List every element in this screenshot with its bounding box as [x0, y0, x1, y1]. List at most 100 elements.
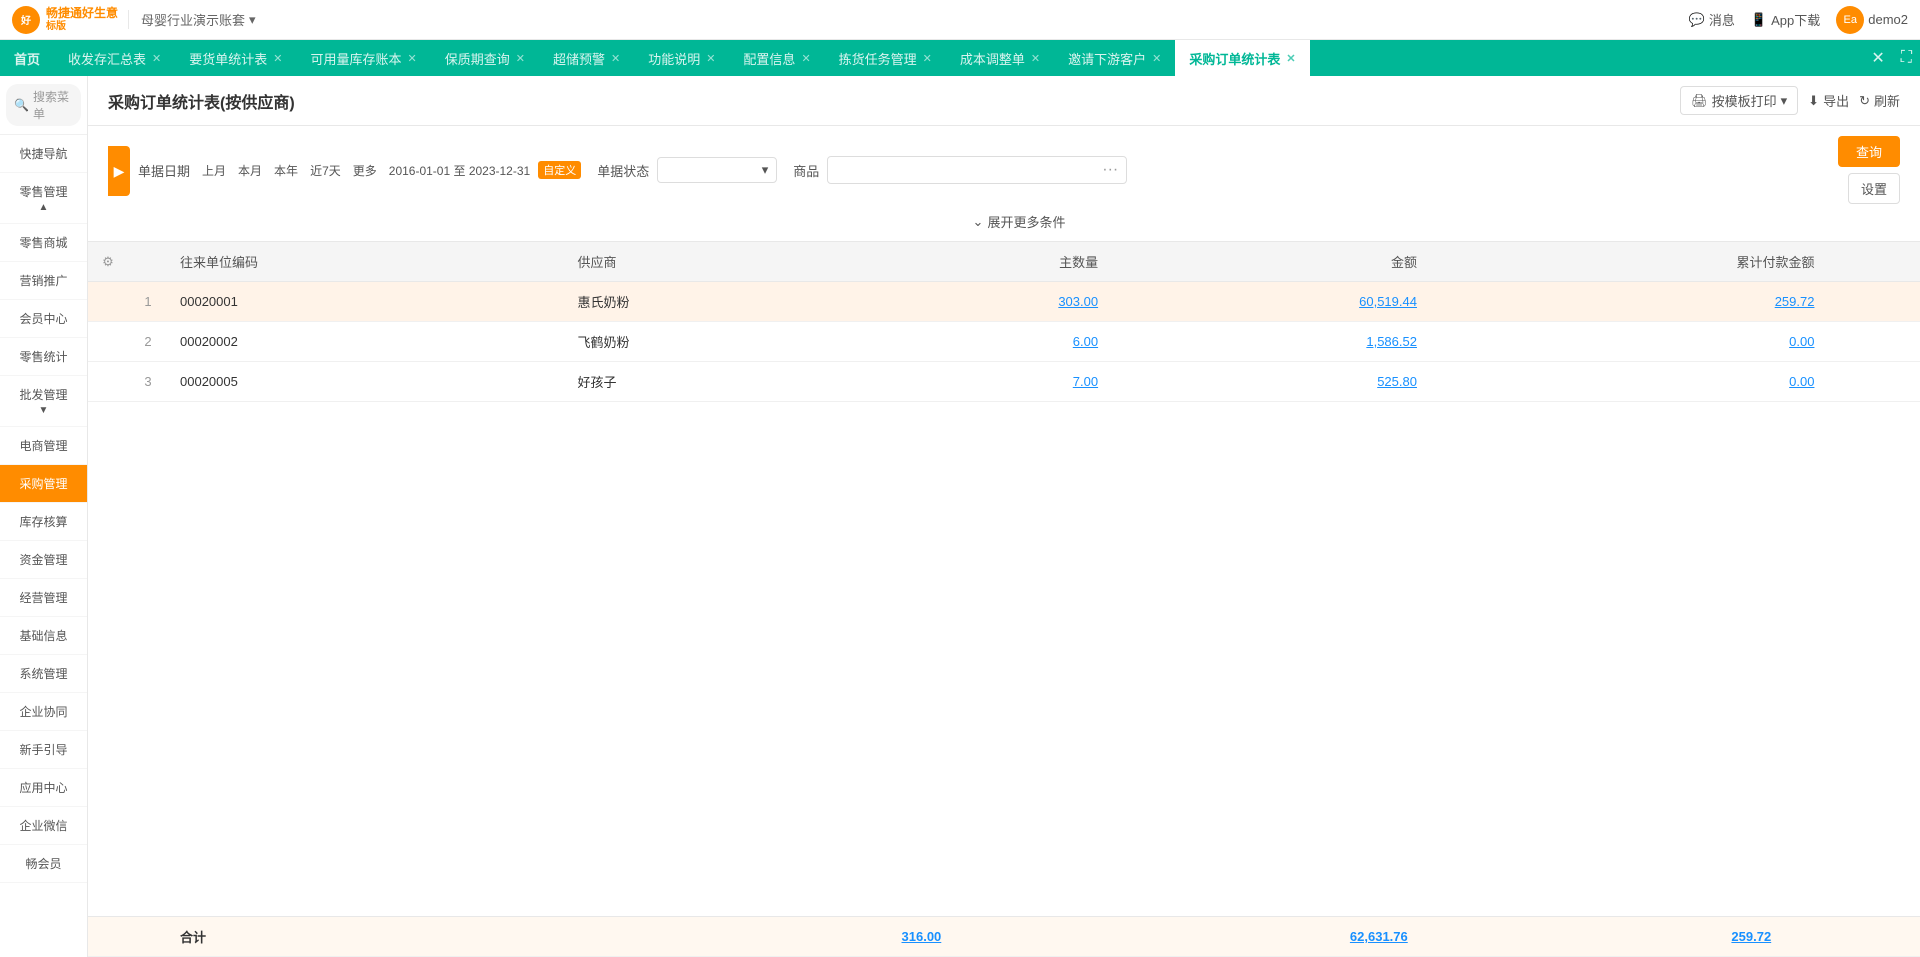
search-icon: 🔍	[14, 98, 29, 112]
company-selector[interactable]: 母婴行业演示账套 ▾	[128, 10, 256, 29]
goods-label: 商品	[793, 161, 819, 180]
sidebar-item-ecommerce[interactable]: 电商管理	[0, 427, 87, 465]
close-icon[interactable]: ✕	[273, 52, 282, 65]
sidebar-item-quick-nav[interactable]: 快捷导航	[0, 135, 87, 173]
footer-amount: 62,631.76	[953, 917, 1419, 957]
close-icon[interactable]: ✕	[516, 52, 525, 65]
col-settings: ⚙	[88, 242, 128, 282]
cell-qty[interactable]: 303.00	[862, 282, 1110, 322]
cell-amount[interactable]: 60,519.44	[1110, 282, 1429, 322]
cell-amount[interactable]: 525.80	[1110, 362, 1429, 402]
close-icon[interactable]: ✕	[801, 52, 810, 65]
sidebar-item-member[interactable]: 会员中心	[0, 300, 87, 338]
message-button[interactable]: 💬 消息	[1689, 10, 1735, 29]
print-button[interactable]: 🖨 按模板打印 ▾	[1680, 86, 1798, 115]
close-icon[interactable]: ✕	[152, 52, 161, 65]
shortcut-this-month[interactable]: 本月	[234, 160, 266, 181]
tab-function-desc[interactable]: 功能说明 ✕	[634, 40, 729, 76]
shortcut-last-month[interactable]: 上月	[198, 160, 230, 181]
goods-input[interactable]: ···	[827, 156, 1127, 184]
sidebar-item-newbie[interactable]: 新手引导	[0, 731, 87, 769]
sidebar-item-system[interactable]: 系统管理	[0, 655, 87, 693]
sidebar-item-purchase[interactable]: 采购管理	[0, 465, 87, 503]
shortcut-7days[interactable]: 近7天	[306, 160, 345, 181]
sidebar-item-marketing[interactable]: 营销推广	[0, 262, 87, 300]
export-button[interactable]: ⬇ 导出	[1808, 91, 1849, 110]
settings-button[interactable]: 设置	[1848, 173, 1900, 204]
user-profile[interactable]: Ea demo2	[1836, 6, 1908, 34]
more-options-icon[interactable]: ···	[1102, 161, 1118, 179]
tab-invite-downstream[interactable]: 邀请下游客户 ✕	[1054, 40, 1175, 76]
cell-qty[interactable]: 6.00	[862, 322, 1110, 362]
tab-demand-summary[interactable]: 要货单统计表 ✕	[175, 40, 296, 76]
nav-close-button[interactable]: ✕	[1863, 40, 1892, 76]
sidebar-item-wholesale[interactable]: 批发管理 ▼	[0, 376, 87, 427]
col-amount: 金额	[1110, 242, 1429, 282]
tab-purchase-summary[interactable]: 采购订单统计表 ✕	[1175, 40, 1309, 76]
table-row[interactable]: 3 00020005 好孩子 7.00 525.80 0.00	[88, 362, 1920, 402]
cell-unit-code: 00020002	[168, 322, 565, 362]
chevron-down-icon: ▾	[249, 12, 256, 28]
filter-bar: ▶ 单据日期 上月 本月 本年 近7天 更多 2016-01-01 至 2	[88, 126, 1920, 242]
tab-config-info[interactable]: 配置信息 ✕	[729, 40, 824, 76]
tab-home[interactable]: 首页	[0, 40, 54, 76]
expand-more-button[interactable]: ⌄ 展开更多条件	[973, 212, 1066, 231]
sidebar-item-retail-stat[interactable]: 零售统计	[0, 338, 87, 376]
cell-paid[interactable]: 0.00	[1429, 322, 1826, 362]
settings-icon[interactable]: ⚙	[102, 254, 114, 269]
close-icon[interactable]: ✕	[611, 52, 620, 65]
cell-qty[interactable]: 7.00	[862, 362, 1110, 402]
tab-available-stock[interactable]: 可用量库存账本 ✕	[296, 40, 430, 76]
close-icon[interactable]: ✕	[408, 52, 417, 65]
footer-cell-index	[128, 917, 168, 957]
page-header: 采购订单统计表(按供应商) 🖨 按模板打印 ▾ ⬇ 导出 ↻ 刷新	[88, 76, 1920, 126]
sidebar-item-finance[interactable]: 资金管理	[0, 541, 87, 579]
query-button[interactable]: 查询	[1838, 136, 1900, 167]
close-icon[interactable]: ✕	[1031, 52, 1040, 65]
cell-paid[interactable]: 259.72	[1429, 282, 1826, 322]
cell-settings	[88, 362, 128, 402]
shortcut-this-year[interactable]: 本年	[270, 160, 302, 181]
sidebar-item-retail[interactable]: 零售管理 ▲	[0, 173, 87, 224]
tab-cost-adjust[interactable]: 成本调整单 ✕	[946, 40, 1054, 76]
table-row[interactable]: 2 00020002 飞鹤奶粉 6.00 1,586.52 0.00	[88, 322, 1920, 362]
sidebar-item-inventory[interactable]: 库存核算	[0, 503, 87, 541]
app-download-button[interactable]: 📱 App下载	[1751, 10, 1820, 29]
close-icon[interactable]: ✕	[1152, 52, 1161, 65]
close-icon[interactable]: ✕	[923, 52, 932, 65]
footer-paid: 259.72	[1420, 917, 1783, 957]
filter-toggle[interactable]: ▶	[108, 146, 130, 196]
sidebar-item-member2[interactable]: 畅会员	[0, 845, 87, 883]
custom-date-badge: 自定义	[538, 161, 581, 179]
cell-paid[interactable]: 0.00	[1429, 362, 1826, 402]
sidebar-search-box[interactable]: 🔍 搜索菜单	[6, 84, 81, 126]
filter-content: 单据日期 上月 本月 本年 近7天 更多 2016-01-01 至 2023-1…	[138, 136, 1900, 231]
sidebar-item-cooperation[interactable]: 企业协同	[0, 693, 87, 731]
sidebar-item-operation[interactable]: 经营管理	[0, 579, 87, 617]
close-icon[interactable]: ✕	[1286, 52, 1295, 65]
print-icon: 🖨	[1691, 93, 1708, 109]
goods-filter-group: 商品 ···	[793, 156, 1127, 184]
cell-supplier: 飞鹤奶粉	[565, 322, 861, 362]
chevron-up-icon: ▲	[39, 202, 49, 213]
sidebar-item-wechat[interactable]: 企业微信	[0, 807, 87, 845]
tab-validity-query[interactable]: 保质期查询 ✕	[431, 40, 539, 76]
nav-expand-button[interactable]: ⛶	[1893, 40, 1920, 76]
table-row[interactable]: 1 00020001 惠氏奶粉 303.00 60,519.44 259.72	[88, 282, 1920, 322]
sidebar-item-app-center[interactable]: 应用中心	[0, 769, 87, 807]
filter-row-1: 单据日期 上月 本月 本年 近7天 更多 2016-01-01 至 2023-1…	[138, 136, 1900, 204]
refresh-button[interactable]: ↻ 刷新	[1859, 91, 1900, 110]
tab-receive-summary[interactable]: 收发存汇总表 ✕	[54, 40, 175, 76]
cell-index: 2	[128, 322, 168, 362]
cell-amount[interactable]: 1,586.52	[1110, 322, 1429, 362]
shortcut-more[interactable]: 更多	[349, 160, 381, 181]
tab-storage-task[interactable]: 拣货任务管理 ✕	[825, 40, 946, 76]
cell-extra	[1826, 362, 1920, 402]
sidebar-item-basics[interactable]: 基础信息	[0, 617, 87, 655]
close-icon[interactable]: ✕	[706, 52, 715, 65]
status-select[interactable]: ▾	[657, 157, 777, 183]
content-area: 采购订单统计表(按供应商) 🖨 按模板打印 ▾ ⬇ 导出 ↻ 刷新	[88, 76, 1920, 957]
sidebar-item-retail-shop[interactable]: 零售商城	[0, 224, 87, 262]
date-range-row: ⌄ 展开更多条件	[138, 212, 1900, 231]
tab-overstock-warning[interactable]: 超储预警 ✕	[539, 40, 634, 76]
